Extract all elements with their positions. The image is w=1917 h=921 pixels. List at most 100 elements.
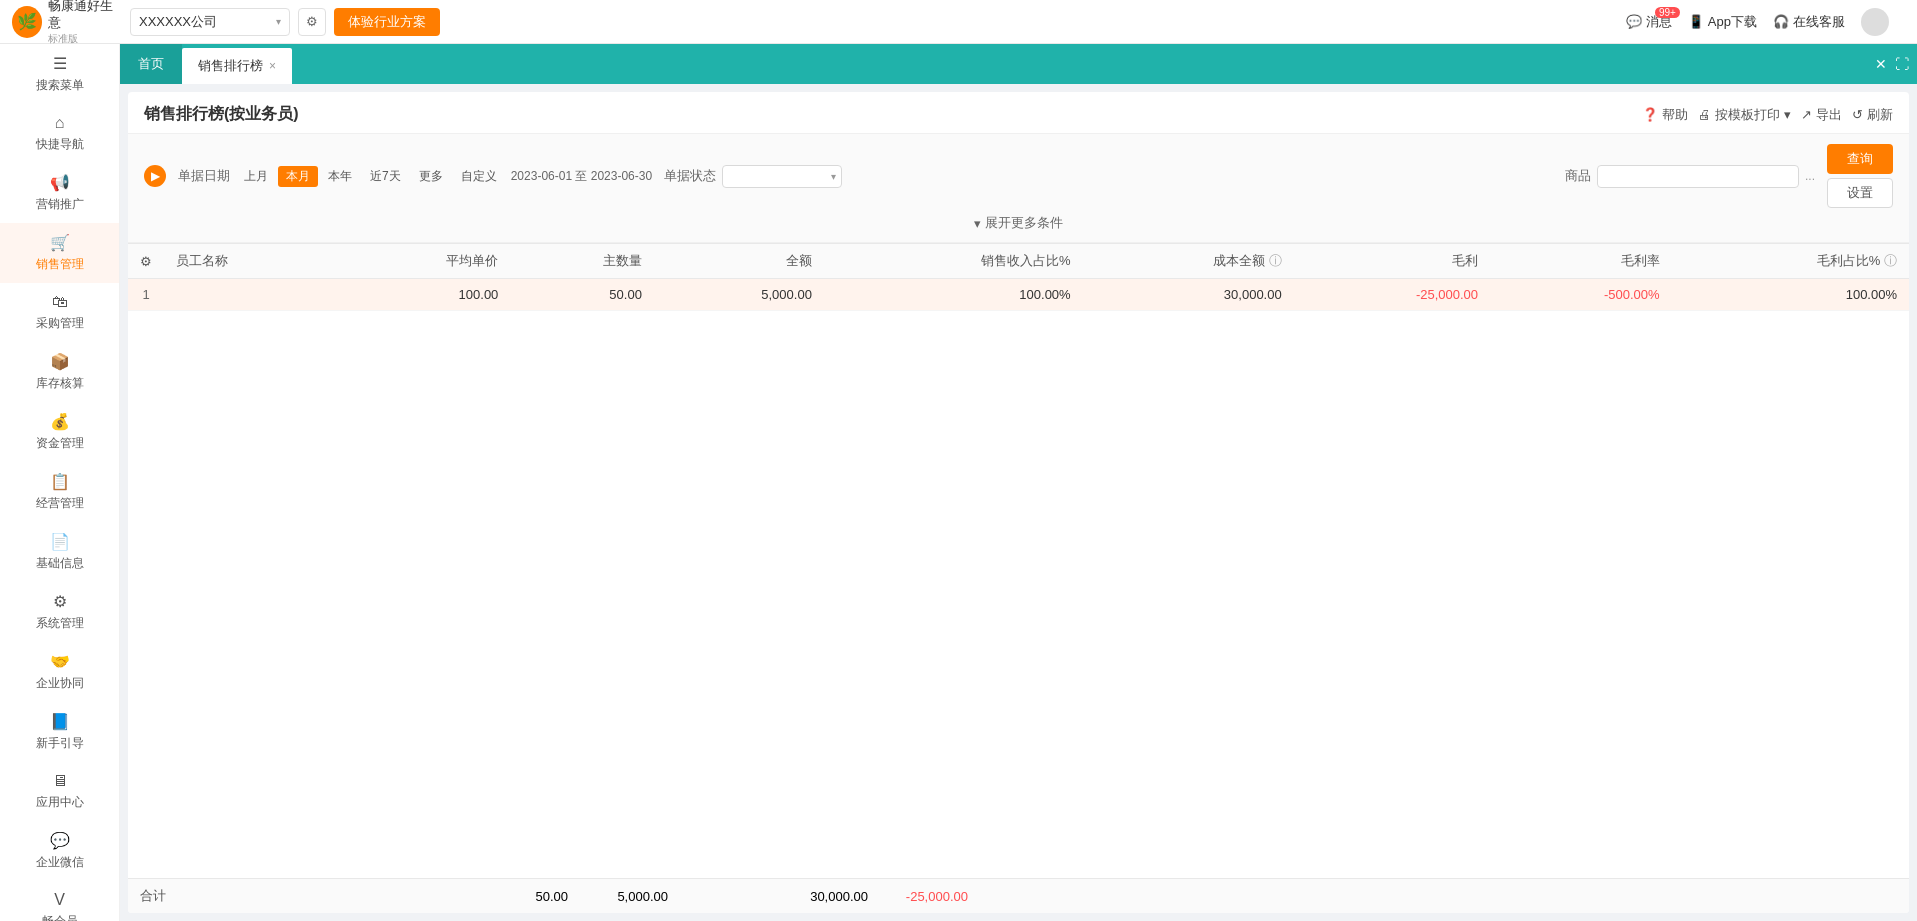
settings-icon-btn[interactable]: ⚙ [298, 8, 326, 36]
help-button[interactable]: ❓ 帮助 [1642, 106, 1688, 124]
logo-sub: 标准版 [48, 32, 122, 45]
data-table: ⚙ 员工名称 平均单价 主数量 全额 销售收入占比% 成本全额 ⓘ 毛利 毛利率 [128, 243, 1909, 311]
tab-bar-right: ✕ ⛶ [1875, 44, 1917, 84]
sidebar-label-system: 系统管理 [36, 615, 84, 632]
sidebar-item-member[interactable]: V 畅会员 [0, 881, 119, 921]
sidebar-label-purchase: 采购管理 [36, 315, 84, 332]
phone-icon: 📱 [1688, 14, 1704, 29]
col-profit-rate: 毛利率 [1490, 244, 1672, 279]
megaphone-icon: 📢 [50, 173, 70, 192]
print-button[interactable]: 🖨 按模板打印 ▾ [1698, 106, 1791, 124]
page-content: 销售排行榜(按业务员) ❓ 帮助 🖨 按模板打印 ▾ ↗ 导出 [128, 92, 1909, 913]
filter-area: ▶ 单据日期 上月 本月 本年 近7天 更多 自定义 2023-06-01 至 … [128, 134, 1909, 243]
sidebar-item-sales[interactable]: 🛒 销售管理 [0, 223, 119, 283]
col-profit-pct: 毛利占比% ⓘ [1672, 244, 1909, 279]
filter-row-1: ▶ 单据日期 上月 本月 本年 近7天 更多 自定义 2023-06-01 至 … [144, 144, 1893, 208]
sidebar-label-appcenter: 应用中心 [36, 794, 84, 811]
vip-icon: V [54, 891, 65, 909]
tab-home[interactable]: 首页 [120, 44, 182, 84]
tab-sales-label: 销售排行榜 [198, 57, 263, 75]
filter-collapse-btn[interactable]: ▶ [144, 165, 166, 187]
sidebar-item-appcenter[interactable]: 🖥 应用中心 [0, 762, 119, 821]
profit-pct-info-icon[interactable]: ⓘ [1884, 253, 1897, 268]
date-tab-thisyear[interactable]: 本年 [320, 166, 360, 187]
tab-close-icon[interactable]: × [269, 59, 276, 73]
filter-goods-item: 商品 ... [1565, 165, 1815, 188]
cell-qty: 50.00 [510, 279, 654, 311]
tab-sales-ranking[interactable]: 销售排行榜 × [182, 48, 292, 84]
sidebar-item-enterprise[interactable]: 🤝 企业协同 [0, 642, 119, 702]
message-icon: 💬 [1626, 14, 1642, 29]
home-icon: ⌂ [55, 114, 65, 132]
sidebar-item-search[interactable]: ☰ 搜索菜单 [0, 44, 119, 104]
cart-icon: 🛒 [50, 233, 70, 252]
sidebar-item-wechat[interactable]: 💬 企业微信 [0, 821, 119, 881]
export-button[interactable]: ↗ 导出 [1801, 106, 1842, 124]
app-download-button[interactable]: 📱 App下载 [1688, 13, 1757, 31]
sidebar-item-basics[interactable]: 📄 基础信息 [0, 522, 119, 582]
tab-close-all-icon[interactable]: ✕ [1875, 56, 1887, 72]
refresh-button[interactable]: ↺ 刷新 [1852, 106, 1893, 124]
goods-more-link[interactable]: ... [1805, 169, 1815, 183]
date-tabs: 上月 本月 本年 近7天 更多 自定义 [236, 166, 505, 187]
gear-icon: ⚙ [53, 592, 67, 611]
status-select[interactable] [722, 165, 842, 188]
col-gear: ⚙ [128, 244, 164, 279]
cell-cost: 30,000.00 [1083, 279, 1294, 311]
date-tab-7days[interactable]: 近7天 [362, 166, 409, 187]
tab-expand-icon[interactable]: ⛶ [1895, 56, 1909, 72]
date-tab-custom[interactable]: 自定义 [453, 166, 505, 187]
sidebar-item-guide[interactable]: 📘 新手引导 [0, 702, 119, 762]
table-header: ⚙ 员工名称 平均单价 主数量 全额 销售收入占比% 成本全额 ⓘ 毛利 毛利率 [128, 244, 1909, 279]
trial-button[interactable]: 体验行业方案 [334, 8, 440, 36]
export-icon: ↗ [1801, 107, 1812, 122]
refresh-icon: ↺ [1852, 107, 1863, 122]
table-footer: 合计 50.00 5,000.00 30,000.00 -25,000.00 [128, 878, 1909, 913]
sidebar-label-shortcuts: 快捷导航 [36, 136, 84, 153]
expand-more-row[interactable]: ▾ 展开更多条件 [144, 208, 1893, 232]
refresh-label: 刷新 [1867, 106, 1893, 124]
search-menu-icon: ☰ [53, 54, 67, 73]
content-area: 首页 销售排行榜 × ✕ ⛶ 销售排行榜(按业务员) ❓ 帮助 [120, 44, 1917, 921]
sidebar-item-operations[interactable]: 📋 经营管理 [0, 462, 119, 522]
sidebar-item-purchase[interactable]: 🛍 采购管理 [0, 283, 119, 342]
cell-profit-pct: 100.00% [1672, 279, 1909, 311]
top-bar: 🌿 畅康通好生意 标准版 XXXXXX公司 ▾ ⚙ 体验行业方案 💬 消息 99… [0, 0, 1917, 44]
cell-name [164, 279, 337, 311]
logo: 🌿 畅康通好生意 标准版 [12, 0, 122, 45]
message-button[interactable]: 💬 消息 99+ [1626, 13, 1672, 31]
date-label: 单据日期 [178, 167, 230, 185]
goods-input[interactable] [1597, 165, 1799, 188]
top-bar-right: 💬 消息 99+ 📱 App下载 🎧 在线客服 [1626, 8, 1905, 36]
headset-icon: 🎧 [1773, 14, 1789, 29]
date-tab-thismonth[interactable]: 本月 [278, 166, 318, 187]
chevron-down-icon: ▾ [276, 16, 281, 27]
tab-bar: 首页 销售排行榜 × ✕ ⛶ [120, 44, 1917, 84]
doc-icon: 📄 [50, 532, 70, 551]
sidebar-label-basics: 基础信息 [36, 555, 84, 572]
cost-info-icon[interactable]: ⓘ [1269, 253, 1282, 268]
book-icon: 📘 [50, 712, 70, 731]
table-body: 1 100.00 50.00 5,000.00 100.00% 30,000.0… [128, 279, 1909, 311]
cell-rank: 1 [128, 279, 164, 311]
col-name: 员工名称 [164, 244, 337, 279]
col-sales-pct: 销售收入占比% [824, 244, 1083, 279]
main-layout: ☰ 搜索菜单 ⌂ 快捷导航 📢 营销推广 🛒 销售管理 🛍 采购管理 📦 库存核… [0, 44, 1917, 921]
sidebar-item-shortcuts[interactable]: ⌂ 快捷导航 [0, 104, 119, 163]
print-label: 按模板打印 [1715, 106, 1780, 124]
online-service-button[interactable]: 🎧 在线客服 [1773, 13, 1845, 31]
cell-amount: 5,000.00 [654, 279, 824, 311]
date-tab-more[interactable]: 更多 [411, 166, 451, 187]
shopping-icon: 🛍 [52, 293, 68, 311]
sidebar-item-finance[interactable]: 💰 资金管理 [0, 402, 119, 462]
date-tab-lastmonth[interactable]: 上月 [236, 166, 276, 187]
company-selector[interactable]: XXXXXX公司 ▾ [130, 8, 290, 36]
sidebar-item-inventory[interactable]: 📦 库存核算 [0, 342, 119, 402]
sidebar-item-system[interactable]: ⚙ 系统管理 [0, 582, 119, 642]
filter-settings-button[interactable]: 设置 [1827, 178, 1893, 208]
query-button[interactable]: 查询 [1827, 144, 1893, 174]
avatar[interactable] [1861, 8, 1889, 36]
company-name: XXXXXX公司 [139, 13, 272, 31]
sidebar-item-marketing[interactable]: 📢 营销推广 [0, 163, 119, 223]
sidebar-label-finance: 资金管理 [36, 435, 84, 452]
